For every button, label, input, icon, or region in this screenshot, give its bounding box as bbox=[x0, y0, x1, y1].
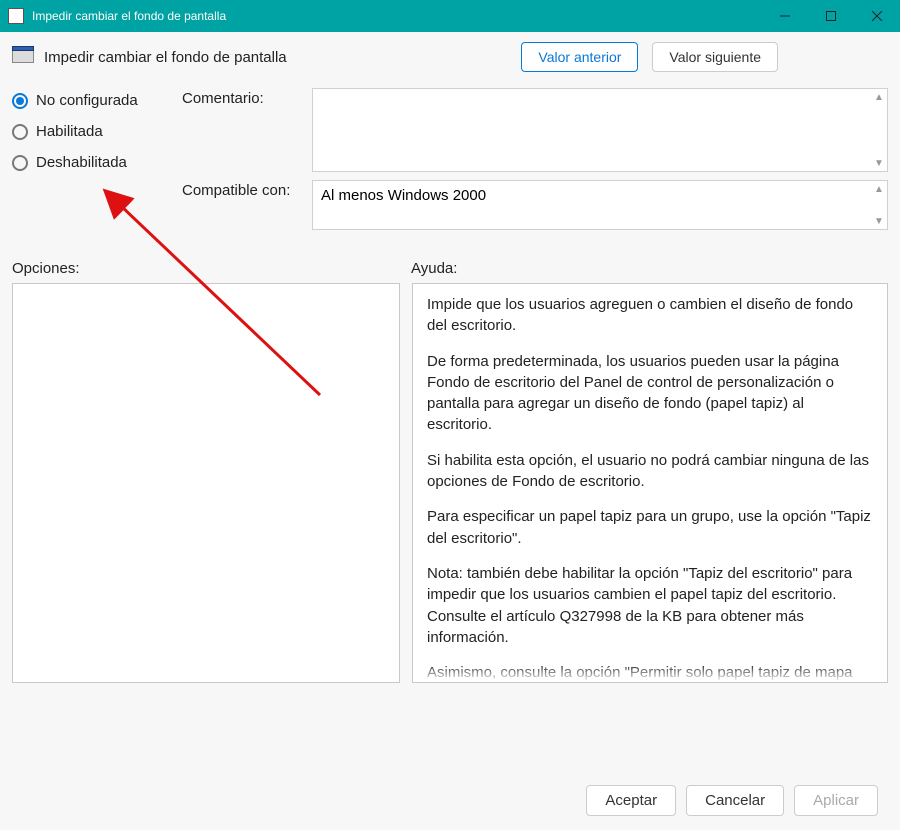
scroll-up-icon[interactable]: ▲ bbox=[873, 91, 885, 103]
dialog-footer: Aceptar Cancelar Aplicar bbox=[586, 785, 878, 816]
scroll-down-icon[interactable]: ▼ bbox=[873, 157, 885, 169]
help-panel: Impide que los usuarios agreguen o cambi… bbox=[412, 283, 888, 683]
comment-label: Comentario: bbox=[182, 88, 312, 107]
state-radio-group: No configurada Habilitada Deshabilitada bbox=[12, 88, 182, 171]
compat-textbox: Al menos Windows 2000 ▲ ▼ bbox=[312, 180, 888, 230]
radio-label: No configurada bbox=[36, 92, 138, 109]
radio-disabled[interactable]: Deshabilitada bbox=[12, 154, 182, 171]
titlebar: Impedir cambiar el fondo de pantalla bbox=[0, 0, 900, 32]
help-label: Ayuda: bbox=[411, 260, 457, 277]
dialog-header: Impedir cambiar el fondo de pantalla Val… bbox=[12, 42, 888, 72]
minimize-button[interactable] bbox=[762, 0, 808, 32]
radio-label: Deshabilitada bbox=[36, 154, 127, 171]
comment-textarea[interactable]: ▲ ▼ bbox=[312, 88, 888, 172]
policy-title: Impedir cambiar el fondo de pantalla bbox=[44, 49, 287, 66]
radio-icon bbox=[12, 124, 28, 140]
app-icon bbox=[8, 8, 24, 24]
radio-label: Habilitada bbox=[36, 123, 103, 140]
vertical-scrollbar[interactable] bbox=[890, 303, 900, 623]
window-title: Impedir cambiar el fondo de pantalla bbox=[32, 9, 226, 23]
policy-icon bbox=[12, 46, 34, 68]
cancel-button[interactable]: Cancelar bbox=[686, 785, 784, 816]
next-setting-button[interactable]: Valor siguiente bbox=[652, 42, 778, 72]
radio-not-configured[interactable]: No configurada bbox=[12, 92, 182, 109]
apply-button[interactable]: Aplicar bbox=[794, 785, 878, 816]
options-label: Opciones: bbox=[12, 260, 411, 277]
compat-label: Compatible con: bbox=[182, 180, 312, 199]
scroll-up-icon[interactable]: ▲ bbox=[873, 183, 885, 195]
scroll-down-icon[interactable]: ▼ bbox=[873, 215, 885, 227]
compat-value: Al menos Windows 2000 bbox=[321, 187, 486, 204]
ok-button[interactable]: Aceptar bbox=[586, 785, 676, 816]
radio-icon bbox=[12, 155, 28, 171]
previous-setting-button[interactable]: Valor anterior bbox=[521, 42, 638, 72]
help-text: Nota: también debe habilitar la opción "… bbox=[427, 563, 873, 648]
help-text: Impide que los usuarios agreguen o cambi… bbox=[427, 294, 873, 337]
help-text: Si habilita esta opción, el usuario no p… bbox=[427, 450, 873, 493]
radio-enabled[interactable]: Habilitada bbox=[12, 123, 182, 140]
radio-icon bbox=[12, 93, 28, 109]
maximize-button[interactable] bbox=[808, 0, 854, 32]
options-panel bbox=[12, 283, 400, 683]
help-text: Para especificar un papel tapiz para un … bbox=[427, 506, 873, 549]
help-text: De forma predeterminada, los usuarios pu… bbox=[427, 351, 873, 436]
close-button[interactable] bbox=[854, 0, 900, 32]
